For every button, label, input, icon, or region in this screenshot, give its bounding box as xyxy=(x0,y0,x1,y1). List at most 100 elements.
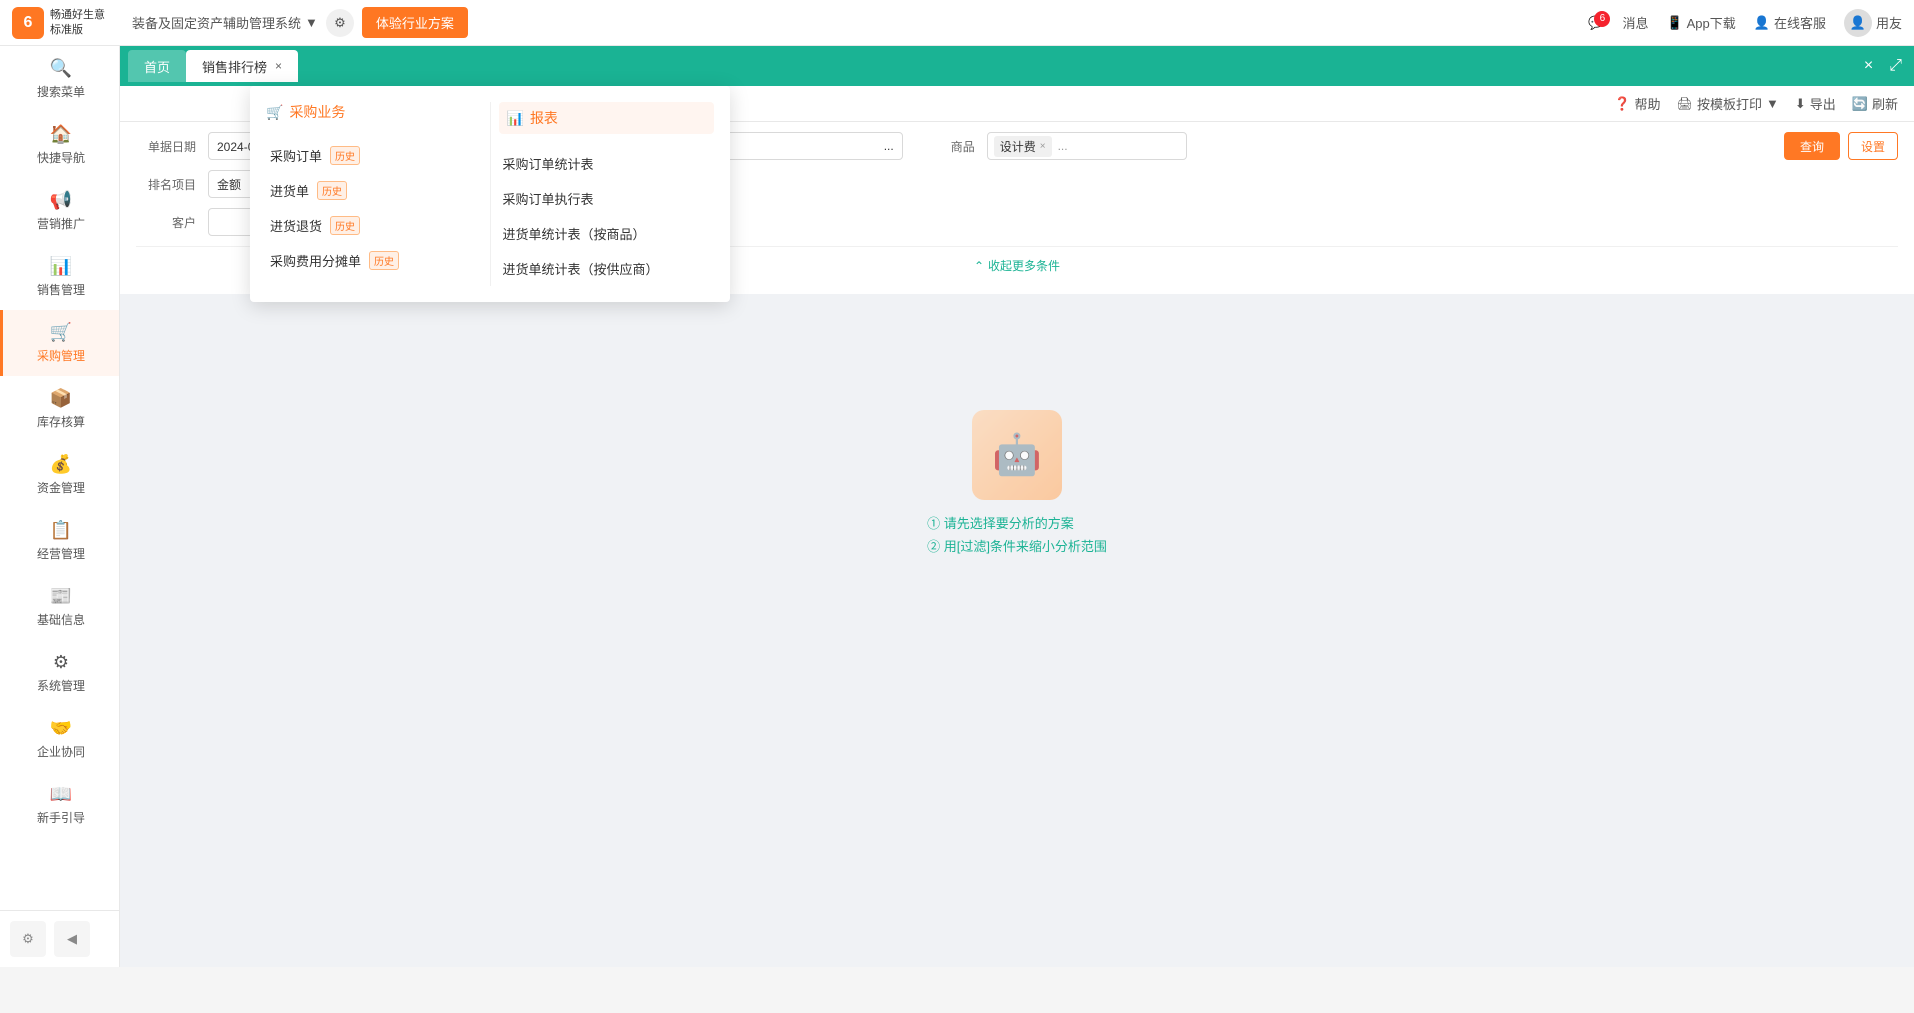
sidebar-item-enterprise[interactable]: 🤝 企业协同 xyxy=(0,706,119,772)
download-icon: 📱 xyxy=(1666,15,1682,31)
online-service-label: 在线客服 xyxy=(1774,13,1826,32)
sidebar-item-capital[interactable]: 💰 资金管理 xyxy=(0,442,119,508)
tab-home[interactable]: 首页 xyxy=(128,50,186,82)
logo-icon: 6 xyxy=(12,7,44,39)
dropdown-item-stock-in-stats-goods[interactable]: 进货单统计表（按商品） xyxy=(499,216,715,251)
top-bar-right: 💬 6 消息 📱 App下载 👤 在线客服 👤 用友 xyxy=(1588,9,1902,37)
search-icon: 🔍 xyxy=(50,58,72,79)
purchase-business-col: 🛒 采购业务 采购订单 历史 进货单 历史 进货退货 历史 采购费用分摊单 xyxy=(266,102,482,286)
dropdown-item-purchase-order-stats[interactable]: 采购订单统计表 xyxy=(499,146,715,181)
empty-hint-1: ① 请先选择要分析的方案 xyxy=(927,512,1107,535)
sidebar-item-basic-info[interactable]: 📰 基础信息 xyxy=(0,574,119,640)
sidebar-item-label: 新手引导 xyxy=(37,809,85,826)
online-service-button[interactable]: 👤 在线客服 xyxy=(1754,13,1826,32)
sidebar-bottom: ⚙ ◀ xyxy=(0,910,119,967)
basic-info-icon: 📰 xyxy=(50,586,72,607)
stock-in-stats-goods-label: 进货单统计表（按商品） xyxy=(503,224,646,243)
purchase-icon: 🛒 xyxy=(50,322,72,343)
purchase-expense-label: 采购费用分摊单 xyxy=(270,251,361,270)
app-download-label: App下载 xyxy=(1687,13,1736,32)
collapse-button[interactable]: ⌃ 收起更多条件 xyxy=(966,253,1068,278)
sidebar-item-inventory[interactable]: 📦 库存核算 xyxy=(0,376,119,442)
operations-icon: 📋 xyxy=(50,520,72,541)
logo-area: 6 畅通好生意 标准版 xyxy=(12,7,132,39)
app-download-button[interactable]: 📱 App下载 xyxy=(1666,13,1735,32)
messages-button[interactable]: 💬 6 xyxy=(1588,15,1604,31)
purchase-title-label: 采购业务 xyxy=(289,102,345,122)
sidebar-item-label: 基础信息 xyxy=(37,611,85,628)
tab-close-icon[interactable]: × xyxy=(275,59,282,73)
print-button[interactable]: 🖨 按模板打印 ▼ xyxy=(1676,94,1778,113)
refresh-label: 刷新 xyxy=(1872,94,1898,113)
user-menu[interactable]: 👤 用友 xyxy=(1844,9,1902,37)
empty-hint-number2: ② xyxy=(927,539,940,554)
stock-in-stats-supplier-label: 进货单统计表（按供应商） xyxy=(503,259,659,278)
dropdown-item-stock-in[interactable]: 进货单 历史 xyxy=(266,173,482,208)
export-button[interactable]: ⬇ 导出 xyxy=(1795,94,1836,113)
status-more-icon: ... xyxy=(884,139,894,153)
guide-icon: 📖 xyxy=(50,784,72,805)
empty-hint-number1: ① xyxy=(927,516,940,531)
empty-hint-label2: 用[过滤]条件来缩小分析范围 xyxy=(944,539,1107,554)
dropdown-item-stock-return[interactable]: 进货退货 历史 xyxy=(266,208,482,243)
date-filter-label: 单据日期 xyxy=(136,138,196,155)
system-dropdown[interactable]: 装备及固定资产辅助管理系统 ▼ xyxy=(132,13,318,32)
sidebar-item-system[interactable]: ⚙ 系统管理 xyxy=(0,640,119,706)
empty-hint-2: ② 用[过滤]条件来缩小分析范围 xyxy=(927,535,1107,558)
print-icon: 🖨 xyxy=(1676,96,1693,112)
dropdown-item-purchase-order-exec[interactable]: 采购订单执行表 xyxy=(499,181,715,216)
system-icon: ⚙ xyxy=(53,652,69,673)
stock-in-history-badge: 历史 xyxy=(317,181,347,200)
sidebar-item-search[interactable]: 🔍 搜索菜单 xyxy=(0,46,119,112)
messages-label: 消息 xyxy=(1622,13,1648,32)
print-chevron-icon: ▼ xyxy=(1766,96,1779,111)
sidebar-item-guide[interactable]: 📖 新手引导 xyxy=(0,772,119,838)
tab-home-label: 首页 xyxy=(144,57,170,76)
search-button[interactable]: 查询 xyxy=(1784,132,1840,160)
goods-tag-close[interactable]: × xyxy=(1040,141,1046,152)
tab-expand-icon[interactable]: ⤢ xyxy=(1885,53,1906,79)
stock-return-history-badge: 历史 xyxy=(330,216,360,235)
tab-sales-rank[interactable]: 销售排行榜 × xyxy=(186,50,298,82)
sidebar-item-sales[interactable]: 📊 销售管理 xyxy=(0,244,119,310)
app-edition: 标准版 xyxy=(50,23,105,37)
user-name: 用友 xyxy=(1876,13,1902,32)
empty-robot-illustration: 🤖 xyxy=(972,410,1062,500)
help-label: 帮助 xyxy=(1634,94,1660,113)
refresh-icon: 🔄 xyxy=(1852,96,1868,112)
help-button[interactable]: ❓ 帮助 xyxy=(1614,94,1660,113)
dropdown-item-purchase-expense[interactable]: 采购费用分摊单 历史 xyxy=(266,243,482,278)
sidebar-item-operations[interactable]: 📋 经营管理 xyxy=(0,508,119,574)
experience-button[interactable]: 体验行业方案 xyxy=(362,7,468,38)
purchase-expense-history-badge: 历史 xyxy=(369,251,399,270)
dropdown-item-purchase-order[interactable]: 采购订单 历史 xyxy=(266,138,482,173)
sidebar-item-label: 经营管理 xyxy=(37,545,85,562)
inventory-icon: 📦 xyxy=(50,388,72,409)
sidebar-item-marketing[interactable]: 📢 营销推广 xyxy=(0,178,119,244)
export-label: 导出 xyxy=(1810,94,1836,113)
tab-sales-rank-label: 销售排行榜 xyxy=(202,57,267,76)
settings-button-filter[interactable]: 设置 xyxy=(1848,132,1898,160)
purchase-order-exec-label: 采购订单执行表 xyxy=(503,189,594,208)
system-selector: 装备及固定资产辅助管理系统 ▼ ⚙ 体验行业方案 xyxy=(132,7,1588,38)
reports-title-icon: 📊 xyxy=(507,110,524,127)
sidebar-item-label: 资金管理 xyxy=(37,479,85,496)
tab-close-window-icon[interactable]: × xyxy=(1860,53,1877,79)
tab-bar-actions: × ⤢ xyxy=(1860,53,1906,79)
export-icon: ⬇ xyxy=(1795,96,1806,112)
dropdown-item-stock-in-stats-supplier[interactable]: 进货单统计表（按供应商） xyxy=(499,251,715,286)
empty-state: 🤖 ① 请先选择要分析的方案 ② 用[过滤]条件来缩小分析范围 xyxy=(120,294,1914,674)
enterprise-icon: 🤝 xyxy=(50,718,72,739)
rank-value: 金额 xyxy=(217,176,241,193)
goods-filter-label: 商品 xyxy=(915,138,975,155)
sidebar-collapse-button[interactable]: ◀ xyxy=(54,921,90,957)
sidebar-item-quick-nav[interactable]: 🏠 快捷导航 xyxy=(0,112,119,178)
sidebar-settings-button[interactable]: ⚙ xyxy=(10,921,46,957)
refresh-button[interactable]: 🔄 刷新 xyxy=(1852,94,1898,113)
settings-button[interactable]: ⚙ xyxy=(326,9,354,37)
sidebar-item-purchase[interactable]: 🛒 采购管理 xyxy=(0,310,119,376)
sidebar-item-label: 销售管理 xyxy=(37,281,85,298)
goods-filter-input[interactable]: 设计费 × ... xyxy=(987,132,1187,160)
logo-text: 畅通好生意 标准版 xyxy=(50,8,105,37)
customer-filter-label: 客户 xyxy=(136,214,196,231)
